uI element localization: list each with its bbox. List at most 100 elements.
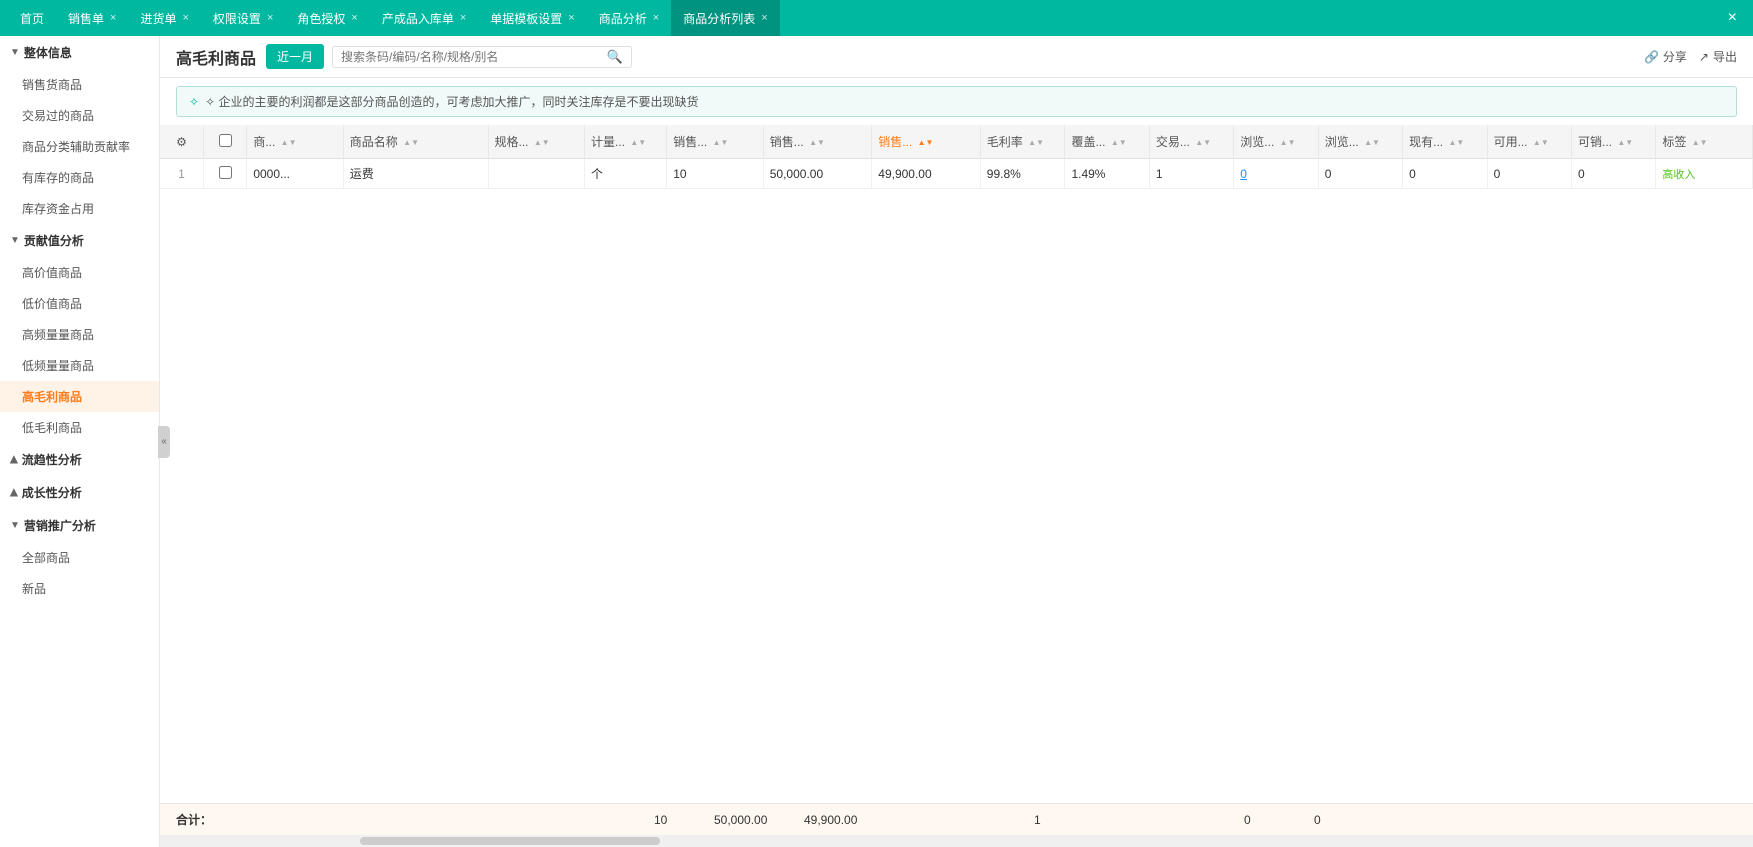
sidebar-item-low-margin[interactable]: 低毛利商品 <box>0 412 159 443</box>
sort-icon[interactable]: ▲▼ <box>1617 138 1633 147</box>
close-icon[interactable]: × <box>351 12 357 24</box>
sidebar-section-title-overall[interactable]: ▼ 整体信息 <box>0 36 159 69</box>
info-banner: ✧ ✧ 企业的主要的利润都是这部分商品创造的，可考虑加大推广，同时关注库存是不要… <box>176 86 1737 117</box>
collapse-arrow-icon: ▼ <box>10 235 20 246</box>
col-browse1: 浏览... ▲▼ <box>1234 125 1318 159</box>
window-close-button[interactable]: × <box>1720 9 1745 27</box>
search-box[interactable]: 🔍 <box>332 46 632 68</box>
sidebar-section-trend: ▶ 流趋性分析 <box>0 443 159 476</box>
share-icon: 🔗 <box>1644 50 1659 64</box>
collapse-arrow-icon: ▼ <box>10 47 20 58</box>
expand-arrow-icon: ▶ <box>8 489 19 497</box>
export-button[interactable]: ↗ 导出 <box>1699 48 1737 65</box>
data-table: ⚙ 商... ▲▼ 商品名称 ▲▼ <box>160 125 1753 189</box>
footer-current-stock: 0 <box>1244 813 1251 827</box>
close-icon[interactable]: × <box>182 12 188 24</box>
footer-sales-profit: 49,900.00 <box>804 813 857 827</box>
sort-icon[interactable]: ▲▼ <box>1028 138 1044 147</box>
col-transaction: 交易... ▲▼ <box>1149 125 1233 159</box>
sort-icon[interactable]: ▲▼ <box>1195 138 1211 147</box>
sort-icon[interactable]: ▲▼ <box>809 138 825 147</box>
settings-icon[interactable]: ⚙ <box>176 135 187 149</box>
col-settings[interactable]: ⚙ <box>160 125 203 159</box>
sidebar-item-inventory-goods[interactable]: 有库存的商品 <box>0 162 159 193</box>
table-row: 1 0000... 运费 <box>160 159 1753 189</box>
sidebar-section-title-profit[interactable]: ▼ 贡献值分析 <box>0 224 159 257</box>
nav-tab-product-entry[interactable]: 产成品入库单 × <box>370 0 478 36</box>
col-checkbox[interactable] <box>203 125 246 159</box>
row-sellable: 0 <box>1571 159 1655 189</box>
sidebar-item-goods-contrib[interactable]: 商品分类辅助贡献率 <box>0 131 159 162</box>
nav-tab-product-analysis-list[interactable]: 商品分析列表 × <box>671 0 779 36</box>
sidebar-section-title-trend[interactable]: ▶ 流趋性分析 <box>0 443 159 476</box>
search-input[interactable] <box>341 50 607 64</box>
sort-icon[interactable]: ▲▼ <box>1364 138 1380 147</box>
sidebar-section-title-growth[interactable]: ▶ 成长性分析 <box>0 476 159 509</box>
horizontal-scrollbar[interactable] <box>160 835 1753 847</box>
sidebar-item-traded-goods[interactable]: 交易过的商品 <box>0 100 159 131</box>
nav-tab-sales[interactable]: 销售单 × <box>56 0 128 36</box>
filter-recent-month-button[interactable]: 近一月 <box>266 44 324 69</box>
close-icon[interactable]: × <box>653 12 659 24</box>
nav-tab-role-permission[interactable]: 角色授权 × <box>285 0 369 36</box>
sidebar-item-high-value[interactable]: 高价值商品 <box>0 257 159 288</box>
close-icon[interactable]: × <box>460 12 466 24</box>
table-container[interactable]: ⚙ 商... ▲▼ 商品名称 ▲▼ <box>160 125 1753 803</box>
sidebar-section-title-marketing[interactable]: ▼ 营销推广分析 <box>0 509 159 542</box>
footer-sales-qty: 10 <box>654 813 667 827</box>
sort-icon[interactable]: ▲▼ <box>281 138 297 147</box>
sort-icon[interactable]: ▲▼ <box>1533 138 1549 147</box>
row-select-checkbox[interactable] <box>219 166 232 179</box>
sort-icon[interactable]: ▲▼ <box>1111 138 1127 147</box>
col-name: 商品名称 ▲▼ <box>343 125 488 159</box>
scrollbar-thumb[interactable] <box>360 837 660 845</box>
sidebar-item-inventory-capital[interactable]: 库存资金占用 <box>0 193 159 224</box>
sidebar-item-high-freq[interactable]: 高频量量商品 <box>0 319 159 350</box>
select-all-checkbox[interactable] <box>219 134 232 147</box>
sort-icon[interactable]: ▲▼ <box>918 138 934 147</box>
expand-arrow-icon: ▶ <box>8 456 19 464</box>
footer-sales-amount: 50,000.00 <box>714 813 767 827</box>
col-sales-amount: 销售... ▲▼ <box>763 125 872 159</box>
col-gross-margin: 毛利率 ▲▼ <box>980 125 1065 159</box>
close-icon[interactable]: × <box>110 12 116 24</box>
footer-label: 合计： <box>176 811 296 828</box>
sidebar-item-low-value[interactable]: 低价值商品 <box>0 288 159 319</box>
sort-icon[interactable]: ▲▼ <box>630 138 646 147</box>
footer-available: 0 <box>1314 813 1321 827</box>
row-checkbox[interactable] <box>203 159 246 189</box>
top-navigation: 首页 销售单 × 进货单 × 权限设置 × 角色授权 × 产成品入库单 × 单据… <box>0 0 1753 36</box>
sidebar-item-new-goods[interactable]: 新品 <box>0 573 159 604</box>
nav-tab-purchase[interactable]: 进货单 × <box>128 0 200 36</box>
sort-icon[interactable]: ▲▼ <box>403 138 419 147</box>
nav-tab-product-analysis[interactable]: 商品分析 × <box>587 0 671 36</box>
sidebar-item-sales-goods[interactable]: 销售货商品 <box>0 69 159 100</box>
sort-icon[interactable]: ▲▼ <box>1449 138 1465 147</box>
sort-icon[interactable]: ▲▼ <box>534 138 550 147</box>
close-icon[interactable]: × <box>267 12 273 24</box>
nav-tab-permission-setting[interactable]: 权限设置 × <box>201 0 285 36</box>
row-sales-qty: 10 <box>667 159 763 189</box>
content-header: 高毛利商品 近一月 🔍 🔗 分享 ↗ 导出 <box>160 36 1753 78</box>
col-tag: 标签 ▲▼ <box>1656 125 1753 159</box>
sort-icon[interactable]: ▲▼ <box>1280 138 1296 147</box>
sidebar-collapse-button[interactable]: « <box>158 426 170 458</box>
sidebar-item-high-margin[interactable]: 高毛利商品 <box>0 381 159 412</box>
nav-tab-template-setting[interactable]: 单据模板设置 × <box>478 0 586 36</box>
sidebar-item-low-freq[interactable]: 低频量量商品 <box>0 350 159 381</box>
footer-summary: 合计： 10 50,000.00 49,900.00 <box>160 803 1753 835</box>
nav-tab-home[interactable]: 首页 <box>8 0 56 36</box>
sidebar-section-marketing: ▼ 营销推广分析 全部商品 新品 <box>0 509 159 604</box>
close-icon[interactable]: × <box>761 12 767 24</box>
sort-icon[interactable]: ▲▼ <box>713 138 729 147</box>
col-unit: 计量... ▲▼ <box>585 125 667 159</box>
close-icon[interactable]: × <box>568 12 574 24</box>
sort-icon[interactable]: ▲▼ <box>1692 138 1708 147</box>
row-current-stock: 0 <box>1403 159 1487 189</box>
sidebar-section-growth: ▶ 成长性分析 <box>0 476 159 509</box>
share-button[interactable]: 🔗 分享 <box>1644 48 1687 65</box>
row-browse1[interactable]: 0 <box>1234 159 1318 189</box>
sidebar-item-all-goods[interactable]: 全部商品 <box>0 542 159 573</box>
sidebar-section-overall: ▼ 整体信息 销售货商品 交易过的商品 商品分类辅助贡献率 有库存的商品 库存资… <box>0 36 159 224</box>
col-sales-qty: 销售... ▲▼ <box>667 125 763 159</box>
